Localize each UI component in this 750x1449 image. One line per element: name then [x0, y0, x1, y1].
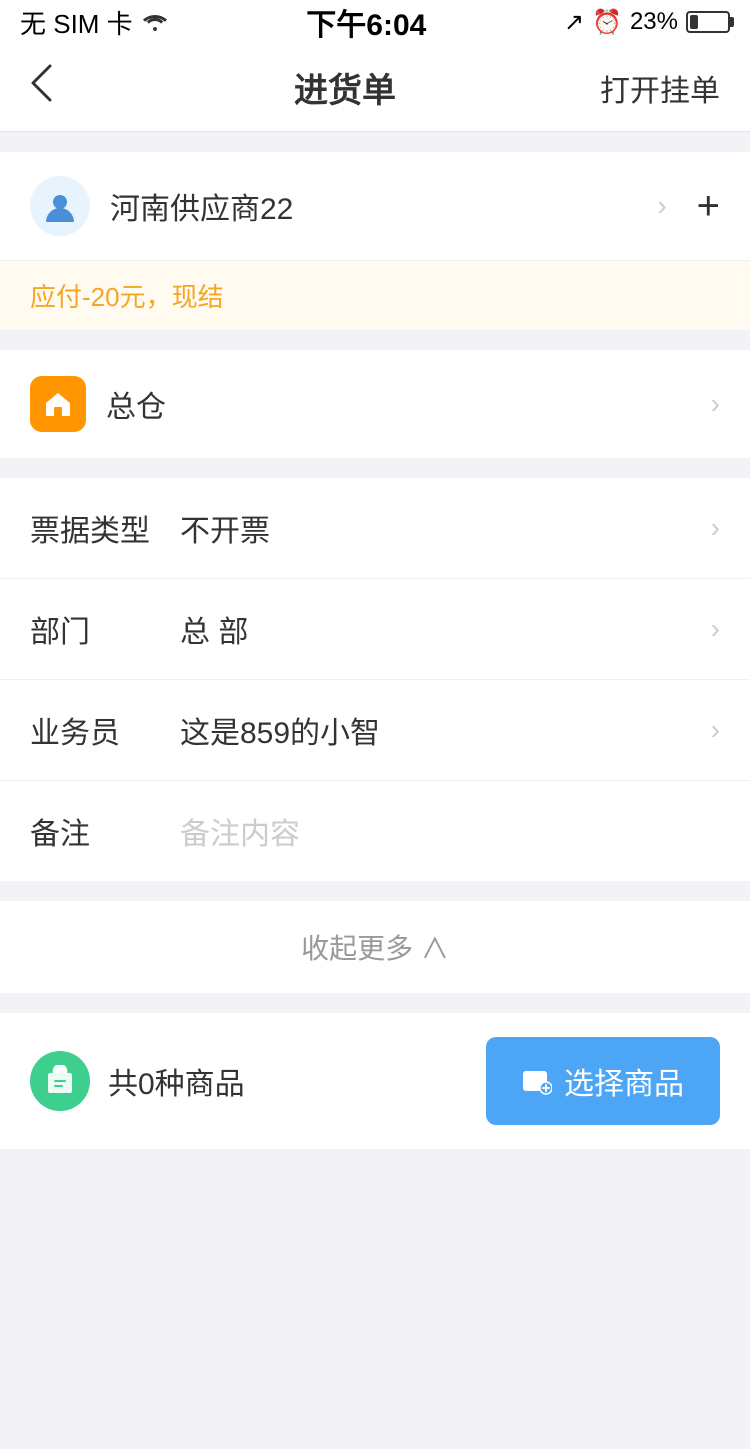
status-bar: 无 SIM 卡 下午6:04 ↗ ⏰ 23%	[0, 0, 750, 44]
page-background	[0, 1149, 750, 1449]
remark-label: 备注	[30, 809, 170, 853]
section-gap-1	[0, 132, 750, 152]
department-row[interactable]: 部门 总 部 ›	[0, 579, 750, 680]
status-right: ↗ ⏰ 23%	[564, 8, 730, 37]
location-icon: ↗	[564, 8, 584, 37]
warehouse-section: 总仓 ›	[0, 350, 750, 458]
nav-bar: 进货单 打开挂单	[0, 44, 750, 132]
battery-icon	[686, 11, 730, 33]
status-left: 无 SIM 卡	[20, 4, 169, 41]
product-count-area: 共0种商品	[30, 1051, 245, 1111]
status-time: 下午6:04	[306, 0, 426, 44]
invoice-type-chevron-icon: ›	[711, 512, 720, 544]
carrier-text: 无 SIM 卡	[20, 4, 133, 41]
warehouse-row[interactable]: 总仓 ›	[0, 350, 750, 458]
salesperson-value: 这是859的小智	[170, 708, 711, 752]
back-button[interactable]	[30, 64, 90, 111]
supplier-section: 河南供应商22 › + 应付-20元，现结	[0, 152, 750, 330]
invoice-type-row[interactable]: 票据类型 不开票 ›	[0, 478, 750, 579]
salesperson-label: 业务员	[30, 708, 170, 752]
supplier-avatar	[30, 176, 90, 236]
warehouse-chevron-icon: ›	[711, 388, 720, 420]
remark-input[interactable]: 备注内容	[170, 809, 720, 853]
alarm-icon: ⏰	[592, 8, 622, 37]
invoice-type-label: 票据类型	[30, 506, 170, 550]
form-section: 票据类型 不开票 › 部门 总 部 › 业务员 这是859的小智 › 备注 备注…	[0, 478, 750, 881]
select-product-button[interactable]: 选择商品	[486, 1037, 720, 1125]
open-pending-button[interactable]: 打开挂单	[600, 66, 720, 110]
department-chevron-icon: ›	[711, 613, 720, 645]
bottom-bar: 共0种商品 选择商品	[0, 1013, 750, 1149]
select-product-label: 选择商品	[564, 1059, 684, 1103]
collapse-bar[interactable]: 收起更多 ∧	[0, 901, 750, 993]
product-count-text: 共0种商品	[108, 1059, 245, 1103]
warehouse-icon	[30, 376, 86, 432]
notice-bar: 应付-20元，现结	[0, 261, 750, 330]
invoice-type-value: 不开票	[170, 506, 711, 550]
department-value: 总 部	[170, 607, 711, 651]
wifi-icon	[141, 7, 169, 38]
add-button[interactable]: +	[697, 186, 720, 226]
salesperson-chevron-icon: ›	[711, 714, 720, 746]
battery-text: 23%	[630, 8, 678, 36]
page-title: 进货单	[294, 63, 396, 112]
warehouse-name: 总仓	[106, 382, 711, 426]
supplier-chevron-icon: ›	[657, 190, 666, 222]
supplier-row[interactable]: 河南供应商22 › +	[0, 152, 750, 261]
product-icon	[30, 1051, 90, 1111]
remark-row[interactable]: 备注 备注内容	[0, 781, 750, 881]
supplier-actions: › +	[657, 186, 720, 226]
supplier-name: 河南供应商22	[110, 184, 657, 228]
department-label: 部门	[30, 607, 170, 651]
salesperson-row[interactable]: 业务员 这是859的小智 ›	[0, 680, 750, 781]
